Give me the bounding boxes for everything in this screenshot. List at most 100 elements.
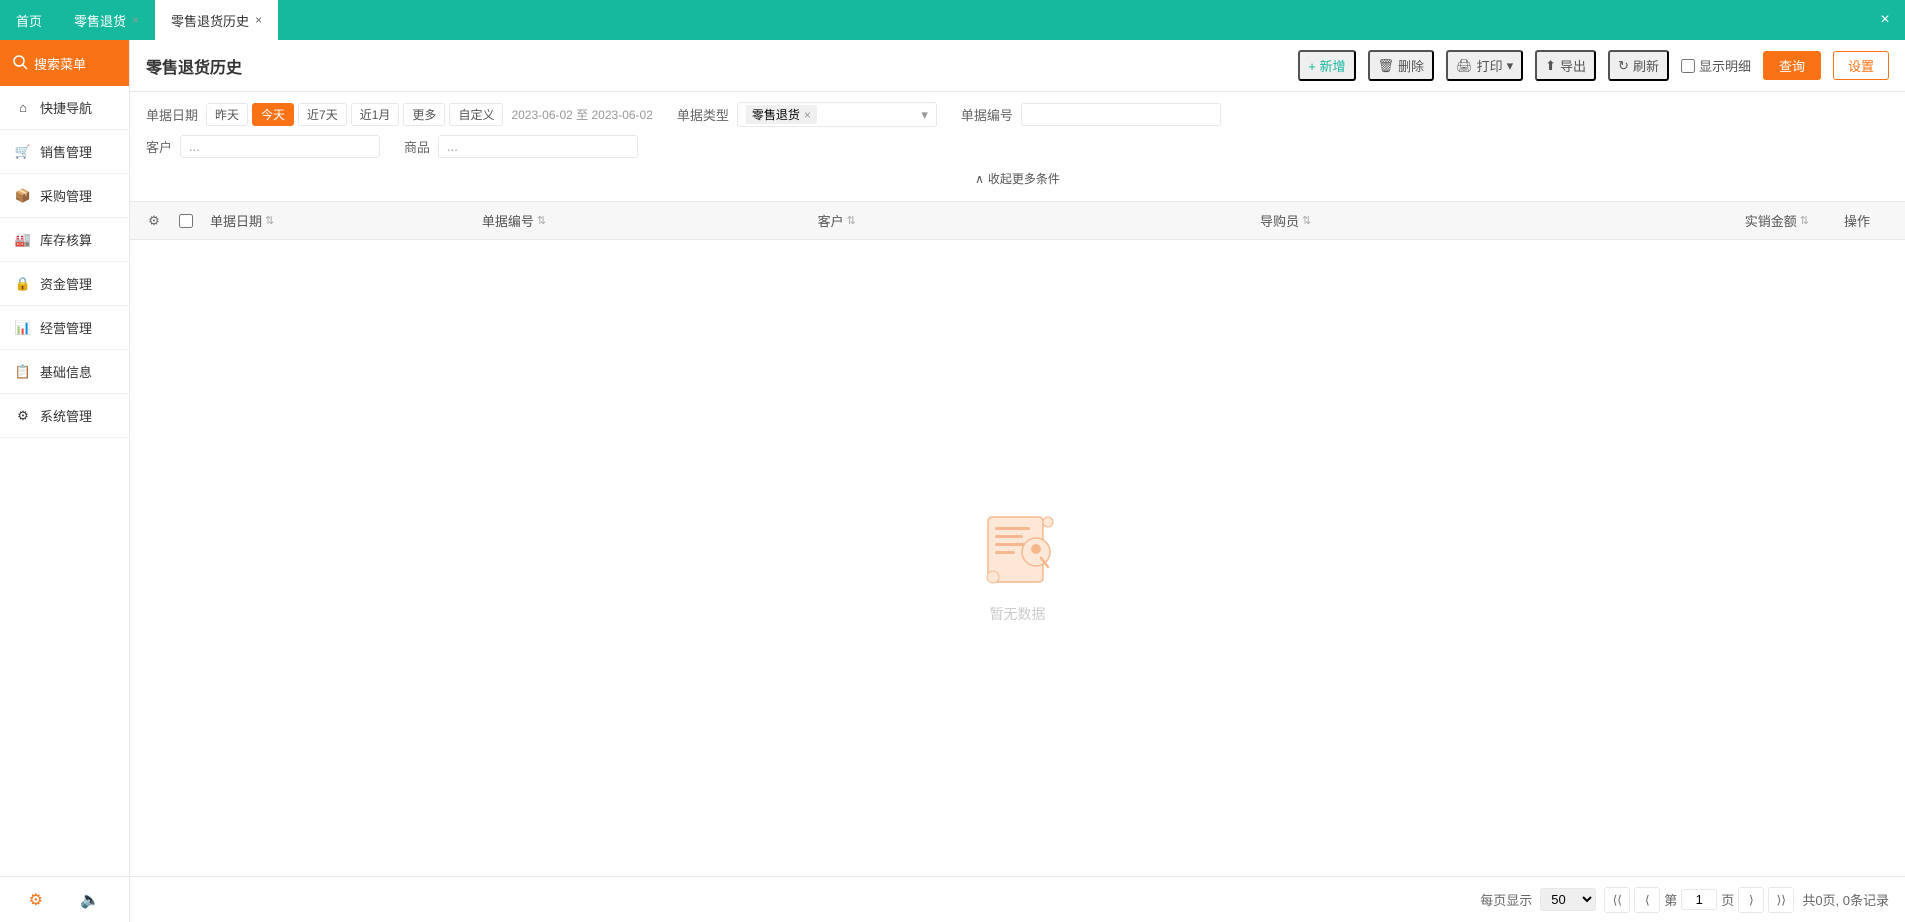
customer-filter: 客户 ...	[146, 135, 380, 158]
table-settings-icon[interactable]: ⚙	[138, 213, 170, 229]
sidebar-item-sales[interactable]: 🛒销售管理	[0, 130, 129, 174]
setting-button[interactable]: 设置	[1833, 51, 1889, 80]
print-button[interactable]: 🖨 打印 ▾	[1446, 50, 1523, 81]
page-last-button[interactable]: ⟩⟩	[1768, 887, 1794, 913]
th-num[interactable]: 单据编号 ⇅	[474, 211, 810, 230]
refresh-button[interactable]: ↻ 刷新	[1608, 50, 1669, 81]
th-num-sort-icon: ⇅	[537, 214, 546, 227]
empty-text: 暂无数据	[990, 604, 1046, 624]
page-title: 零售退货历史	[146, 54, 242, 78]
page-size-label: 每页显示	[1480, 890, 1532, 909]
table-select-all[interactable]	[170, 214, 202, 228]
customer-input[interactable]: ...	[180, 135, 380, 158]
date-btn-7days[interactable]: 近7天	[298, 103, 347, 126]
date-btn-custom[interactable]: 自定义	[449, 103, 503, 126]
th-amount[interactable]: 实销金额 ⇅	[1588, 211, 1817, 230]
sidebar-search-button[interactable]: 搜索菜单	[0, 40, 129, 86]
page-size-select[interactable]: 50 20 100	[1540, 888, 1596, 911]
settings-bottom-button[interactable]: ⚙	[23, 884, 49, 916]
sidebar-item-quick-nav[interactable]: ⌂快捷导航	[0, 86, 129, 130]
goods-label: 商品	[404, 137, 430, 156]
goods-filter: 商品 ...	[404, 135, 638, 158]
th-date-label: 单据日期	[210, 211, 262, 230]
voucher-type-tag-close[interactable]: ×	[804, 108, 811, 122]
page-header: 零售退货历史 + 新增 🗑 删除 🖨 打印 ▾ ⬆ 导出 ↻	[130, 40, 1905, 92]
voucher-type-select[interactable]: 零售退货 × ▾	[737, 102, 937, 127]
customer-label: 客户	[146, 137, 172, 156]
page-next-button[interactable]: ⟩	[1738, 887, 1764, 913]
export-button[interactable]: ⬆ 导出	[1535, 50, 1596, 81]
show-detail-toggle[interactable]: 显示明细	[1681, 56, 1751, 75]
th-date[interactable]: 单据日期 ⇅	[202, 211, 474, 230]
date-filter: 单据日期 昨天 今天 近7天 近1月 更多 自定义 2023-06-02 至 2…	[146, 103, 653, 126]
voucher-type-label: 单据类型	[677, 105, 729, 124]
print-arrow-icon: ▾	[1507, 58, 1514, 74]
sidebar-item-finance[interactable]: 🔒资金管理	[0, 262, 129, 306]
page-nav: ⟨⟨ ⟨ 第 页 ⟩ ⟩⟩	[1604, 887, 1794, 913]
table-header: ⚙ 单据日期 ⇅ 单据编号 ⇅ 客户 ⇅ 导购员 ⇅	[130, 202, 1905, 240]
page-info: 第 页	[1664, 889, 1734, 910]
settings-icon: ⚙	[14, 407, 32, 425]
date-label: 单据日期	[146, 105, 198, 124]
delete-button[interactable]: 🗑 删除	[1368, 50, 1435, 81]
tab-retail-return-close[interactable]: ×	[132, 13, 139, 27]
page-total: 共0页, 0条记录	[1802, 890, 1889, 909]
refresh-icon: ↻	[1618, 58, 1629, 74]
export-icon: ⬆	[1545, 58, 1556, 74]
tab-retail-return[interactable]: 零售退货×	[58, 0, 155, 40]
select-all-checkbox[interactable]	[179, 214, 193, 228]
sidebar-item-inventory[interactable]: 🏭库存核算	[0, 218, 129, 262]
pagination: 每页显示 50 20 100 ⟨⟨ ⟨ 第 页 ⟩ ⟩⟩ 共0页, 0条记录	[130, 876, 1905, 922]
tab-retail-return-history[interactable]: 零售退货历史×	[155, 0, 278, 40]
sidebar-item-label-quick-nav: 快捷导航	[40, 98, 92, 117]
th-guide[interactable]: 导购员 ⇅	[1252, 211, 1588, 230]
search-icon	[12, 54, 28, 73]
th-customer[interactable]: 客户 ⇅	[810, 211, 1252, 230]
voucher-num-input[interactable]	[1021, 103, 1221, 126]
th-amount-label: 实销金额	[1745, 211, 1797, 230]
sidebar-item-label-purchase: 采购管理	[40, 186, 92, 205]
tab-retail-return-history-close[interactable]: ×	[255, 13, 262, 27]
th-action-label: 操作	[1844, 211, 1870, 230]
collapse-filter-button[interactable]: ∧ 收起更多条件	[146, 166, 1889, 191]
sidebar-item-base-info[interactable]: 📋基础信息	[0, 350, 129, 394]
window-close-button[interactable]: ×	[1865, 0, 1905, 40]
goods-input[interactable]: ...	[438, 135, 638, 158]
th-action: 操作	[1817, 211, 1897, 230]
chart-icon: 📊	[14, 319, 32, 337]
page-prev-button[interactable]: ⟨	[1634, 887, 1660, 913]
voucher-type-filter: 单据类型 零售退货 × ▾	[677, 102, 937, 127]
th-num-label: 单据编号	[482, 211, 534, 230]
top-bar: 首页零售退货×零售退货历史× ×	[0, 0, 1905, 40]
date-btn-1month[interactable]: 近1月	[351, 103, 400, 126]
voucher-type-tag: 零售退货 ×	[746, 105, 817, 124]
content-area: 零售退货历史 + 新增 🗑 删除 🖨 打印 ▾ ⬆ 导出 ↻	[130, 40, 1905, 922]
empty-illustration	[968, 492, 1068, 592]
print-icon: 🖨	[1456, 58, 1473, 74]
query-button[interactable]: 查询	[1763, 51, 1821, 80]
sidebar-item-label-inventory: 库存核算	[40, 230, 92, 249]
page-first-button[interactable]: ⟨⟨	[1604, 887, 1630, 913]
show-detail-checkbox[interactable]	[1681, 59, 1695, 73]
th-amount-sort-icon: ⇅	[1800, 214, 1809, 227]
voucher-num-filter: 单据编号	[961, 103, 1221, 126]
date-btn-today[interactable]: 今天	[252, 103, 294, 126]
date-btn-more[interactable]: 更多	[403, 103, 445, 126]
filter-row-1: 单据日期 昨天 今天 近7天 近1月 更多 自定义 2023-06-02 至 2…	[146, 102, 1889, 127]
sidebar-item-purchase[interactable]: 📦采购管理	[0, 174, 129, 218]
voucher-type-arrow-icon: ▾	[921, 107, 928, 123]
sidebar-item-system[interactable]: ⚙系统管理	[0, 394, 129, 438]
date-btn-yesterday[interactable]: 昨天	[206, 103, 248, 126]
sidebar-bottom: ⚙ 🔈	[0, 876, 129, 922]
th-date-sort-icon: ⇅	[265, 214, 274, 227]
tab-home[interactable]: 首页	[0, 0, 58, 40]
page-label: 第	[1664, 890, 1677, 909]
audio-bottom-button[interactable]: 🔈	[74, 884, 106, 916]
filter-row-2: 客户 ... 商品 ...	[146, 135, 1889, 158]
sidebar-item-operations[interactable]: 📊经营管理	[0, 306, 129, 350]
th-customer-sort-icon: ⇅	[847, 214, 856, 227]
new-button[interactable]: + 新增	[1298, 50, 1355, 81]
date-buttons: 昨天 今天 近7天 近1月 更多 自定义	[206, 103, 503, 126]
delete-icon: 🗑	[1378, 58, 1395, 74]
page-number-input[interactable]	[1681, 889, 1717, 910]
